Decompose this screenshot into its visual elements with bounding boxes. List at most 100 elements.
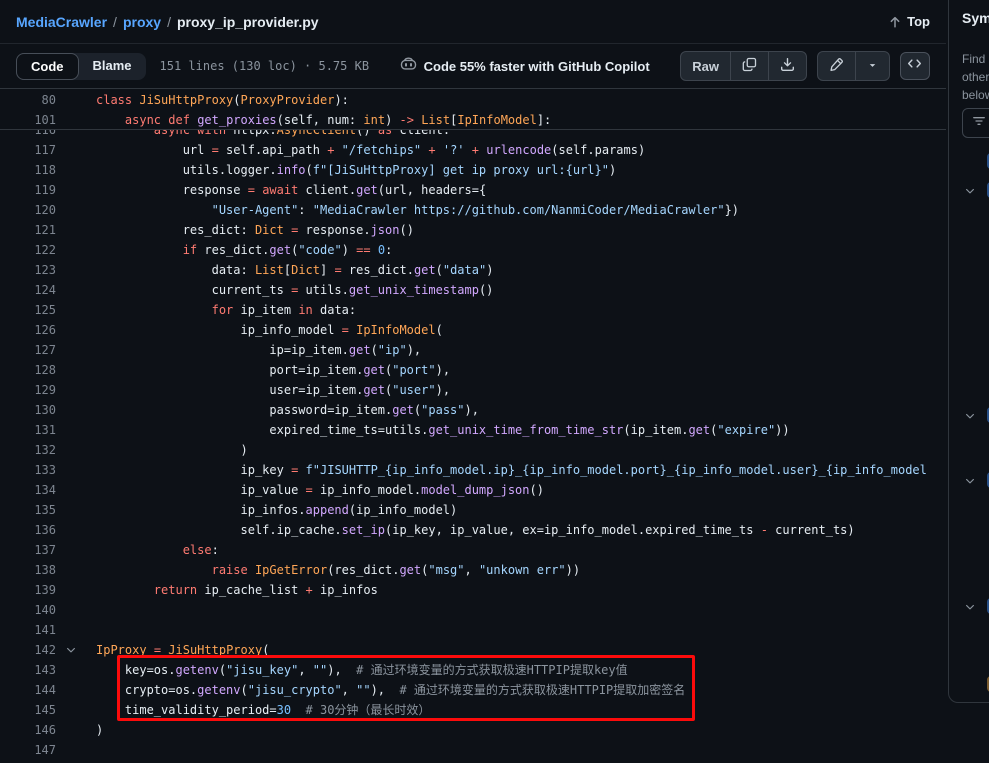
file-toolbar: Code Blame 151 lines (130 loc) · 5.75 KB… <box>0 44 946 89</box>
filter-icon <box>972 114 986 133</box>
symbols-panel: Symbols Find other below <box>948 0 989 703</box>
line-number[interactable]: 129 <box>0 380 56 400</box>
line-number[interactable]: 117 <box>0 140 56 160</box>
line-number[interactable]: 124 <box>0 280 56 300</box>
chevron-down-icon <box>867 59 878 74</box>
code-line-125: 125 for ip_item in data: <box>0 300 946 320</box>
line-number[interactable]: 131 <box>0 420 56 440</box>
symbols-panel-title: Symbols <box>962 10 989 26</box>
code-text: async def get_proxies(self, num: int) ->… <box>96 110 551 130</box>
code-text: self.ip_cache.set_ip(ip_key, ip_value, e… <box>96 520 855 540</box>
copilot-banner[interactable]: Code 55% faster with GitHub Copilot <box>400 56 650 76</box>
code-text: raise IpGetError(res_dict.get("msg", "un… <box>96 560 580 580</box>
code-line-101: 101 async def get_proxies(self, num: int… <box>0 110 946 130</box>
scroll-to-top-button[interactable]: Top <box>888 14 930 29</box>
copy-icon <box>742 57 757 75</box>
breadcrumb-repo-link[interactable]: MediaCrawler <box>16 14 107 30</box>
line-number[interactable]: 119 <box>0 180 56 200</box>
line-number[interactable]: 142 <box>0 640 56 660</box>
line-number[interactable]: 126 <box>0 320 56 340</box>
code-text: key=os.getenv("jisu_key", ""), # 通过环境变量的… <box>96 660 628 680</box>
line-number[interactable]: 144 <box>0 680 56 700</box>
symbols-panel-toggle-button[interactable] <box>900 52 930 80</box>
line-number[interactable]: 101 <box>0 110 56 130</box>
code-line-141: 141 <box>0 620 946 640</box>
chevron-down-icon[interactable] <box>964 409 976 427</box>
code-text: crypto=os.getenv("jisu_crypto", ""), # 通… <box>96 680 685 700</box>
code-text: response = await client.get(url, headers… <box>96 180 486 200</box>
symbol-list-item[interactable] <box>949 407 989 425</box>
line-number[interactable]: 147 <box>0 740 56 760</box>
line-number[interactable]: 118 <box>0 160 56 180</box>
code-symbols-icon <box>907 56 922 76</box>
line-number[interactable]: 146 <box>0 720 56 740</box>
line-number[interactable]: 125 <box>0 300 56 320</box>
copilot-text: Code 55% faster with GitHub Copilot <box>424 59 650 74</box>
symbol-list-item[interactable] <box>949 472 989 490</box>
symbols-panel-description: below <box>962 88 989 102</box>
symbol-list-item[interactable] <box>949 153 989 171</box>
line-number[interactable]: 141 <box>0 620 56 640</box>
code-line-132: 132 ) <box>0 440 946 460</box>
line-number[interactable]: 137 <box>0 540 56 560</box>
line-number[interactable]: 133 <box>0 460 56 480</box>
copy-button[interactable] <box>730 52 768 80</box>
edit-button[interactable] <box>818 52 855 80</box>
chevron-down-icon[interactable] <box>964 184 976 202</box>
line-number[interactable]: 135 <box>0 500 56 520</box>
line-number[interactable]: 127 <box>0 340 56 360</box>
line-number[interactable]: 139 <box>0 580 56 600</box>
line-number[interactable]: 145 <box>0 700 56 720</box>
symbols-filter-input[interactable] <box>962 108 989 138</box>
edit-dropdown-button[interactable] <box>855 52 889 80</box>
chevron-down-icon[interactable] <box>964 600 976 618</box>
code-line-134: 134 ip_value = ip_info_model.model_dump_… <box>0 480 946 500</box>
line-number[interactable]: 123 <box>0 260 56 280</box>
code-text: user=ip_item.get("user"), <box>96 380 450 400</box>
tab-blame[interactable]: Blame <box>79 53 146 80</box>
code-text: ip_key = f"JISUHTTP_{ip_info_model.ip}_{… <box>96 460 927 480</box>
line-number[interactable]: 138 <box>0 560 56 580</box>
symbol-list-item[interactable] <box>949 182 989 200</box>
code-line-123: 123 data: List[Dict] = res_dict.get("dat… <box>0 260 946 280</box>
line-number[interactable]: 134 <box>0 480 56 500</box>
line-number[interactable]: 122 <box>0 240 56 260</box>
collapse-chevron-icon[interactable] <box>56 640 96 660</box>
symbol-list-item[interactable] <box>949 598 989 616</box>
symbols-panel-description: Find <box>962 52 985 66</box>
code-line-138: 138 raise IpGetError(res_dict.get("msg",… <box>0 560 946 580</box>
breadcrumb-dir-link[interactable]: proxy <box>123 14 161 30</box>
code-text: else: <box>96 540 219 560</box>
code-text: password=ip_item.get("pass"), <box>96 400 479 420</box>
code-text: class JiSuHttpProxy(ProxyProvider): <box>96 90 349 110</box>
symbol-list-item[interactable] <box>949 676 989 694</box>
edit-group <box>817 51 890 81</box>
code-line-122: 122 if res_dict.get("code") == 0: <box>0 240 946 260</box>
breadcrumb: MediaCrawler / proxy / proxy_ip_provider… <box>16 14 319 30</box>
code-text: ip_value = ip_info_model.model_dump_json… <box>96 480 544 500</box>
code-text: ip=ip_item.get("ip"), <box>96 340 421 360</box>
code-text: ip_infos.append(ip_info_model) <box>96 500 457 520</box>
code-line-143: 143 key=os.getenv("jisu_key", ""), # 通过环… <box>0 660 946 680</box>
breadcrumb-separator: / <box>113 14 117 30</box>
chevron-down-icon[interactable] <box>964 474 976 492</box>
line-number[interactable]: 136 <box>0 520 56 540</box>
line-number[interactable]: 132 <box>0 440 56 460</box>
line-number[interactable]: 128 <box>0 360 56 380</box>
line-number[interactable]: 80 <box>0 90 56 110</box>
line-number[interactable]: 121 <box>0 220 56 240</box>
tab-code[interactable]: Code <box>16 53 79 80</box>
code-text: time_validity_period=30 # 30分钟（最长时效） <box>96 700 430 720</box>
download-button[interactable] <box>768 52 806 80</box>
line-number[interactable]: 140 <box>0 600 56 620</box>
line-number[interactable]: 120 <box>0 200 56 220</box>
pencil-icon <box>829 57 844 75</box>
code-line-147: 147 <box>0 740 946 760</box>
line-number[interactable]: 130 <box>0 400 56 420</box>
raw-button[interactable]: Raw <box>681 52 730 80</box>
code-text: ) <box>96 720 103 740</box>
code-line-142: 142IpProxy = JiSuHttpProxy( <box>0 640 946 660</box>
breadcrumb-row: MediaCrawler / proxy / proxy_ip_provider… <box>0 0 946 44</box>
line-number[interactable]: 143 <box>0 660 56 680</box>
breadcrumb-separator: / <box>167 14 171 30</box>
